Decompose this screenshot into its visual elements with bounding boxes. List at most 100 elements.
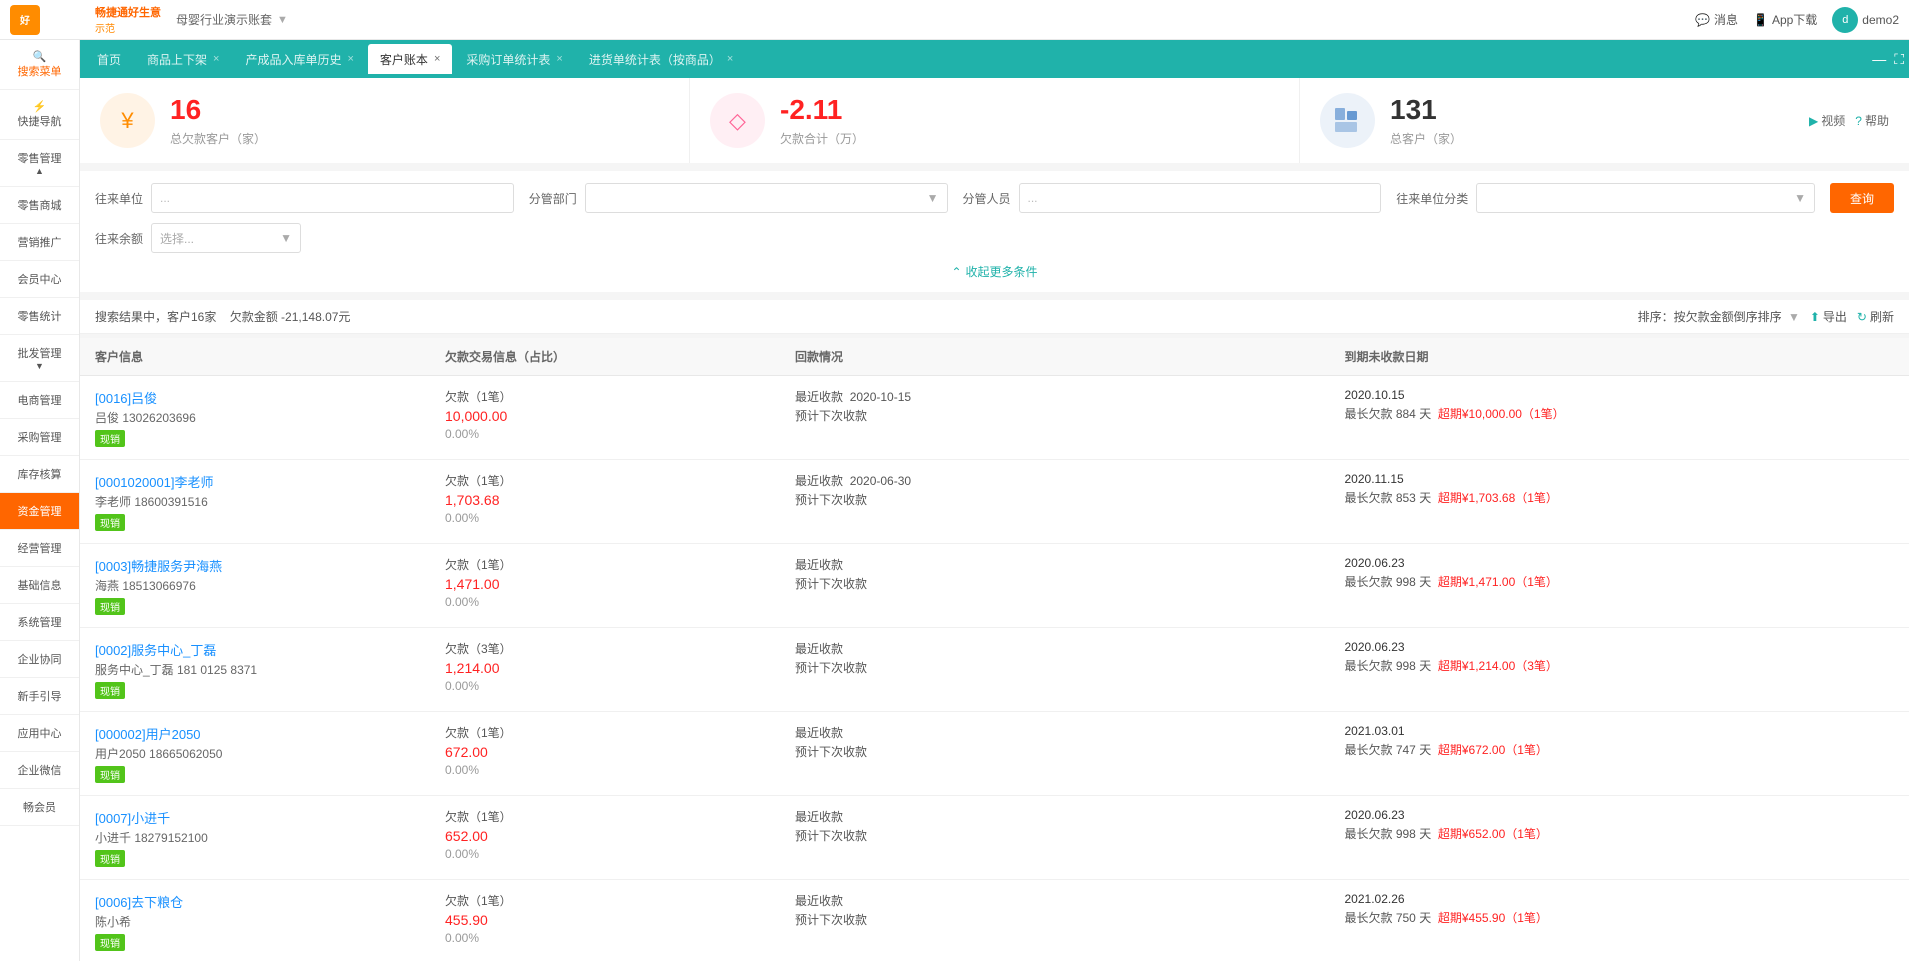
- tab-product-publish[interactable]: 商品上下架 ×: [135, 44, 231, 74]
- sidebar-item-vip[interactable]: 畅会员: [0, 789, 79, 826]
- category-dropdown-icon: ▼: [1794, 191, 1806, 205]
- user-avatar[interactable]: d demo2: [1832, 7, 1899, 33]
- overdue-link-2[interactable]: 超期¥1,471.00（1笔）: [1438, 575, 1558, 589]
- overdue-link-3[interactable]: 超期¥1,214.00（3笔）: [1438, 659, 1558, 673]
- debt-amount-info: -2.11 欠款合计（万）: [780, 94, 1279, 147]
- sidebar-item-search[interactable]: 🔍 搜索菜单: [0, 40, 79, 90]
- export-btn[interactable]: ⬆ 导出: [1810, 308, 1847, 325]
- stat-card-total-customers: 131 总客户（家） ▶ 视频 ? 帮助: [1300, 78, 1909, 163]
- sidebar-item-quick-nav[interactable]: ⚡ 快捷导航: [0, 90, 79, 140]
- balance-select[interactable]: 选择... ▼: [151, 223, 301, 253]
- export-icon: ⬆: [1810, 310, 1820, 324]
- stat-card-debt-amount: ◇ -2.11 欠款合计（万）: [690, 78, 1300, 163]
- customer-name-link-3[interactable]: [0002]服务中心_丁磊: [95, 643, 216, 658]
- tab-purchase-stats[interactable]: 采购订单统计表 ×: [454, 44, 574, 74]
- debt-amount-label: 欠款合计（万）: [780, 130, 1279, 147]
- total-customers-info: 131 总客户（家）: [1390, 94, 1794, 147]
- close-tab-2[interactable]: ×: [347, 53, 353, 65]
- recovery-0: 最近收款 2020-10-15 预计下次收款: [795, 388, 1345, 426]
- sidebar-item-management[interactable]: 经营管理: [0, 530, 79, 567]
- sidebar-item-inventory[interactable]: 库存核算: [0, 456, 79, 493]
- customer-name-link-5[interactable]: [0007]小进千: [95, 811, 170, 826]
- filter-row-2: 往来余额 选择... ▼: [95, 223, 1894, 253]
- sidebar-item-ecommerce[interactable]: 电商管理: [0, 382, 79, 419]
- partner-unit-input[interactable]: ...: [151, 183, 514, 213]
- sidebar-item-retail-mgmt[interactable]: 零售管理 ▲: [0, 140, 79, 187]
- results-actions: 排序：按欠款金额倒序排序 ▼ ⬆ 导出 ↻ 刷新: [1638, 308, 1894, 325]
- company-selector[interactable]: 母婴行业演示账套 ▼: [176, 11, 1695, 28]
- sidebar-item-system[interactable]: 系统管理: [0, 604, 79, 641]
- refresh-btn[interactable]: ↻ 刷新: [1857, 308, 1894, 325]
- company-dropdown-icon: ▼: [277, 14, 288, 26]
- balance-dropdown-icon: ▼: [280, 231, 292, 245]
- nav-icon: ⚡: [5, 100, 74, 113]
- filter-dept: 分管部门 ▼: [529, 183, 948, 213]
- sidebar-item-apps[interactable]: 应用中心: [0, 715, 79, 752]
- customer-info-2: [0003]畅捷服务尹海燕 海燕 18513066976 现销: [95, 556, 445, 615]
- person-input[interactable]: ...: [1019, 183, 1382, 213]
- unit-category-label: 往来单位分类: [1396, 190, 1468, 207]
- customer-name-link-6[interactable]: [0006]去下粮仓: [95, 895, 183, 910]
- close-tab-3[interactable]: ×: [434, 53, 440, 65]
- unit-category-select[interactable]: ▼: [1476, 183, 1815, 213]
- overdue-link-1[interactable]: 超期¥1,703.68（1笔）: [1438, 491, 1558, 505]
- help-btn[interactable]: ? 帮助: [1855, 112, 1889, 129]
- debt-customers-info: 16 总欠款客户（家）: [170, 94, 669, 147]
- dept-select[interactable]: ▼: [585, 183, 948, 213]
- maximize-icon[interactable]: ⛶: [1894, 51, 1904, 68]
- tag-6: 现销: [95, 934, 125, 951]
- sidebar-item-retail-stats[interactable]: 零售统计: [0, 298, 79, 335]
- customer-name-link-0[interactable]: [0016]吕俊: [95, 391, 157, 406]
- app-download-btn[interactable]: 📱 App下载: [1753, 11, 1817, 28]
- total-customers-value: 131: [1390, 94, 1794, 126]
- customer-name-link-2[interactable]: [0003]畅捷服务尹海燕: [95, 559, 222, 574]
- customer-name-link-4[interactable]: [000002]用户2050: [95, 727, 201, 742]
- tag-1: 现销: [95, 514, 125, 531]
- minimize-icon[interactable]: —: [1872, 51, 1886, 67]
- tab-product-history[interactable]: 产成品入库单历史 ×: [233, 44, 365, 74]
- close-tab-1[interactable]: ×: [213, 53, 219, 65]
- arrow-icon-2: ▼: [5, 361, 74, 371]
- sort-label[interactable]: 排序：按欠款金额倒序排序 ▼: [1638, 308, 1800, 325]
- debt-info-6: 欠款（1笔） 455.90 0.00%: [445, 892, 795, 945]
- table-row: [0007]小进千 小进千 18279152100 现销 欠款（1笔） 652.…: [80, 796, 1909, 880]
- video-btn[interactable]: ▶ 视频: [1809, 112, 1845, 129]
- tab-customer-account[interactable]: 客户账本 ×: [368, 44, 452, 74]
- main-layout: 🔍 搜索菜单 ⚡ 快捷导航 零售管理 ▲ 零售商城 营销推广 会员中心 零售统计…: [0, 40, 1909, 961]
- close-tab-5[interactable]: ×: [727, 53, 733, 65]
- sidebar-item-basic-info[interactable]: 基础信息: [0, 567, 79, 604]
- avatar: d: [1832, 7, 1858, 33]
- recovery-6: 最近收款 预计下次收款: [795, 892, 1345, 930]
- sidebar-item-wholesale[interactable]: 批发管理 ▼: [0, 335, 79, 382]
- sidebar-item-guide[interactable]: 新手引导: [0, 678, 79, 715]
- message-btn[interactable]: 💬 消息: [1695, 11, 1738, 28]
- query-button[interactable]: 查询: [1830, 183, 1894, 213]
- close-tab-4[interactable]: ×: [556, 53, 562, 65]
- customer-info-6: [0006]去下粮仓 陈小希 现销: [95, 892, 445, 951]
- dept-label: 分管部门: [529, 190, 577, 207]
- table-row: [0006]去下粮仓 陈小希 现销 欠款（1笔） 455.90 0.00% 最近…: [80, 880, 1909, 961]
- overdue-link-5[interactable]: 超期¥652.00（1笔）: [1438, 827, 1548, 841]
- filter-balance: 往来余额 选择... ▼: [95, 223, 1894, 253]
- overdue-link-6[interactable]: 超期¥455.90（1笔）: [1438, 911, 1548, 925]
- debt-customers-icon: ¥: [100, 93, 155, 148]
- balance-label: 往来余额: [95, 230, 143, 247]
- sidebar: 🔍 搜索菜单 ⚡ 快捷导航 零售管理 ▲ 零售商城 营销推广 会员中心 零售统计…: [0, 40, 80, 961]
- table-header: 客户信息 欠款交易信息（占比） 回款情况 到期未收款日期: [80, 338, 1909, 376]
- collapse-row[interactable]: ⌃ 收起更多条件: [95, 263, 1894, 280]
- overdue-link-0[interactable]: 超期¥10,000.00（1笔）: [1438, 407, 1565, 421]
- logo-icon: 好: [10, 5, 40, 35]
- sidebar-item-purchase[interactable]: 采购管理: [0, 419, 79, 456]
- customer-name-link-1[interactable]: [0001020001]李老师: [95, 475, 214, 490]
- tab-home[interactable]: 首页: [85, 44, 133, 74]
- overdue-4: 2021.03.01 最长欠款 747 天 超期¥672.00（1笔）: [1345, 724, 1895, 758]
- sidebar-item-marketing[interactable]: 营销推广: [0, 224, 79, 261]
- sidebar-item-enterprise[interactable]: 企业协同: [0, 641, 79, 678]
- overdue-link-4[interactable]: 超期¥672.00（1笔）: [1438, 743, 1548, 757]
- sidebar-item-member[interactable]: 会员中心: [0, 261, 79, 298]
- sidebar-item-wechat[interactable]: 企业微信: [0, 752, 79, 789]
- arrow-icon: ▲: [5, 166, 74, 176]
- sidebar-item-retail-mall[interactable]: 零售商城: [0, 187, 79, 224]
- sidebar-item-finance[interactable]: 资金管理: [0, 493, 79, 530]
- tab-import-stats[interactable]: 进货单统计表（按商品） ×: [577, 44, 745, 74]
